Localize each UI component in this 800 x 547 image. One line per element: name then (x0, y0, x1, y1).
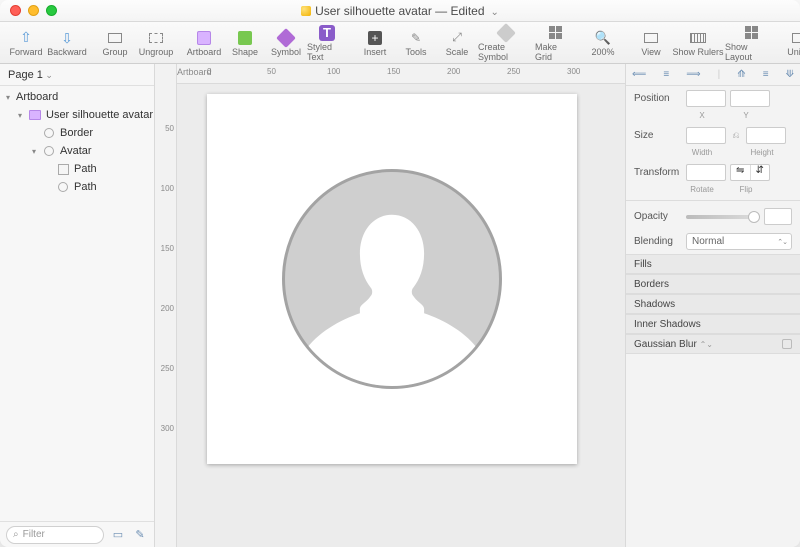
zoom-control[interactable]: 🔍200% (583, 29, 623, 57)
filter-tag-button[interactable]: ▭ (110, 527, 126, 543)
show-layout-button[interactable]: Show Layout (725, 24, 777, 62)
height-input[interactable] (746, 127, 786, 144)
forward-button[interactable]: ⇧Forward (6, 29, 46, 57)
blending-select[interactable]: Normal (686, 233, 792, 250)
scale-button[interactable]: ⤢Scale (437, 29, 477, 57)
circle-icon (44, 128, 54, 138)
search-icon: ⌕ (13, 529, 19, 540)
gaussian-checkbox[interactable] (782, 339, 792, 349)
document-title: User silhouette avatar — Edited (315, 4, 484, 18)
backward-button[interactable]: ⇧Backward (47, 29, 87, 57)
shadows-section[interactable]: Shadows (626, 294, 800, 314)
make-grid-button[interactable]: Make Grid (535, 24, 575, 62)
layer-border[interactable]: Border (0, 124, 154, 142)
align-hcenter-icon[interactable]: ≡ (663, 69, 669, 80)
rotate-input[interactable] (686, 164, 726, 181)
circle-icon (58, 182, 68, 192)
position-label: Position (634, 93, 682, 104)
size-label: Size (634, 130, 682, 141)
titlebar: User silhouette avatar — Edited (0, 0, 800, 22)
borders-section[interactable]: Borders (626, 274, 800, 294)
flip-buttons[interactable]: ⇋⇵ (730, 164, 770, 181)
window-title[interactable]: User silhouette avatar — Edited (0, 4, 800, 18)
document-proxy-icon (301, 6, 311, 16)
union-button[interactable]: Union (779, 29, 800, 57)
align-vcenter-icon[interactable]: ≡ (763, 69, 769, 80)
circle-icon (44, 146, 54, 156)
opacity-label: Opacity (634, 211, 682, 222)
opacity-field[interactable] (764, 208, 792, 225)
layer-artboard-root[interactable]: Artboard (0, 88, 154, 106)
artboard-canvas[interactable] (207, 94, 577, 464)
styled-text-tool[interactable]: TStyled Text (307, 24, 347, 62)
title-dropdown-icon (489, 4, 499, 18)
filter-vector-button[interactable]: ✎ (132, 527, 148, 543)
inspector-panel: ⟸ ≡ ⟹ | ⟰ ≡ ⟱ Position XY Size ⎌ WidthHe… (625, 64, 800, 547)
layer-path-1[interactable]: Path (0, 160, 154, 178)
gaussian-blur-section[interactable]: Gaussian Blur ⌃⌄ (626, 334, 800, 354)
opacity-slider[interactable] (686, 215, 760, 219)
canvas[interactable]: 50 100 150 200 250 300 Artboard 0 50 100… (155, 64, 625, 547)
artboard-tool[interactable]: Artboard (184, 29, 224, 57)
tools-button[interactable]: ✎Tools (396, 29, 436, 57)
transform-label: Transform (634, 167, 682, 178)
group-button[interactable]: Group (95, 29, 135, 57)
shape-tool[interactable]: Shape (225, 29, 265, 57)
blending-label: Blending (634, 236, 682, 247)
layer-avatar-group[interactable]: Avatar (0, 142, 154, 160)
inner-shadows-section[interactable]: Inner Shadows (626, 314, 800, 334)
ungroup-button[interactable]: Ungroup (136, 29, 176, 57)
align-right-icon[interactable]: ⟹ (686, 69, 700, 80)
filter-input[interactable]: ⌕Filter (6, 526, 104, 544)
symbol-tool[interactable]: Symbol (266, 29, 306, 57)
toolbar: ⇧Forward ⇧Backward Group Ungroup Artboar… (0, 22, 800, 64)
avatar-shape[interactable] (282, 169, 502, 389)
layer-artboard[interactable]: User silhouette avatar (0, 106, 154, 124)
width-input[interactable] (686, 127, 726, 144)
lock-aspect-icon[interactable]: ⎌ (730, 130, 742, 141)
fills-section[interactable]: Fills (626, 254, 800, 274)
path-icon (58, 164, 69, 175)
artboard-icon (29, 110, 41, 120)
layer-list: Artboard User silhouette avatar Border A… (0, 86, 154, 521)
y-input[interactable] (730, 90, 770, 107)
align-left-icon[interactable]: ⟸ (632, 69, 646, 80)
align-bar: ⟸ ≡ ⟹ | ⟰ ≡ ⟱ (626, 64, 800, 86)
filter-bar: ⌕Filter ▭ ✎ (0, 521, 154, 547)
show-rulers-button[interactable]: Show Rulers (672, 29, 724, 57)
align-bottom-icon[interactable]: ⟱ (786, 69, 794, 80)
page-selector[interactable]: Page 1 (0, 64, 154, 86)
layer-path-2[interactable]: Path (0, 178, 154, 196)
silhouette-icon (285, 172, 499, 386)
align-top-icon[interactable]: ⟰ (737, 69, 745, 80)
layer-panel: Page 1 Artboard User silhouette avatar B… (0, 64, 155, 547)
create-symbol-button[interactable]: Create Symbol (478, 24, 534, 62)
insert-button[interactable]: +Insert (355, 29, 395, 57)
x-input[interactable] (686, 90, 726, 107)
horizontal-ruler[interactable]: Artboard 0 50 100 150 200 250 300 (177, 64, 625, 84)
view-button[interactable]: View (631, 29, 671, 57)
vertical-ruler[interactable]: 50 100 150 200 250 300 (155, 64, 177, 547)
